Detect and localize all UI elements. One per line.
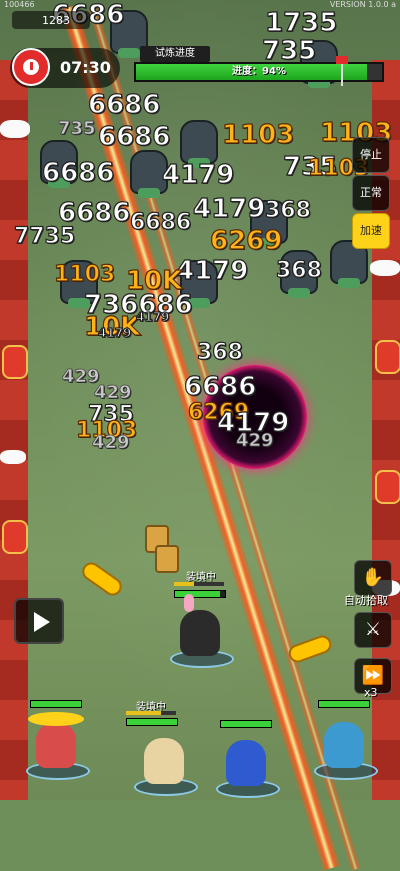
- flag-icon: [336, 56, 348, 86]
- loading-label: 装填中: [186, 572, 216, 583]
- left-wall: [0, 60, 28, 800]
- snow-patch: [0, 450, 26, 464]
- hp-fill: [175, 591, 220, 597]
- sombrero-icon: [28, 712, 84, 726]
- damage-number: 368: [196, 339, 243, 365]
- player-id: 100466: [4, 0, 35, 9]
- damage-number: 4179: [192, 193, 266, 224]
- damage-number: 429: [92, 432, 130, 454]
- hero-pug[interactable]: [134, 728, 198, 796]
- damage-number: 429: [236, 430, 274, 452]
- damage-number: 6686: [183, 371, 257, 402]
- hero-gunner[interactable]: [314, 712, 378, 780]
- hero-hp-bar: [220, 720, 272, 728]
- hp-fill: [31, 701, 81, 707]
- sword-skill-button[interactable]: ⚔: [354, 612, 392, 648]
- damage-number: 4179: [135, 309, 170, 324]
- hero-load-bar: [174, 582, 224, 586]
- clock-icon: [12, 48, 50, 86]
- damage-number: 735: [58, 118, 96, 140]
- damage-number: 429: [94, 382, 132, 404]
- lantern-icon: [2, 520, 28, 554]
- trial-progress-label: 试炼进度: [140, 46, 210, 62]
- damage-number: 368: [275, 257, 322, 283]
- bow-icon: [184, 594, 194, 612]
- hero-bunny-girl[interactable]: [170, 594, 234, 668]
- hp-fill: [127, 719, 177, 725]
- lantern-icon: [2, 345, 28, 379]
- hero-hp-bar: [30, 700, 82, 708]
- speed-up-button[interactable]: 加速: [352, 213, 390, 249]
- load-fill: [174, 582, 194, 586]
- damage-number: 4179: [97, 325, 132, 340]
- snow-patch: [370, 260, 400, 276]
- normal-speed-button[interactable]: 正常: [352, 175, 390, 211]
- hero-load-bar: [126, 711, 176, 715]
- hero-hp-bar: [126, 718, 178, 726]
- auto-pickup-label: 自动拾取: [344, 594, 388, 607]
- auto-pickup-button[interactable]: ✋: [354, 560, 392, 596]
- load-fill: [126, 711, 161, 715]
- damage-number: 7735: [13, 223, 76, 249]
- hero-hp-bar: [174, 590, 226, 598]
- lantern-icon: [375, 470, 400, 504]
- play-button[interactable]: [14, 598, 64, 644]
- damage-number: 1735: [264, 7, 338, 38]
- damage-number: 368: [264, 197, 311, 223]
- hero-sombrero[interactable]: [26, 712, 90, 780]
- hero-hp-bar: [318, 700, 370, 708]
- hero-body: [144, 738, 184, 784]
- fast-forward-icon: ⏩: [361, 665, 385, 686]
- damage-number: 1103: [221, 119, 295, 150]
- hp-fill: [221, 721, 271, 727]
- hp-fill: [319, 701, 369, 707]
- lantern-icon: [375, 340, 400, 374]
- hero-dog-caped[interactable]: [216, 730, 280, 798]
- hero-body: [324, 722, 364, 768]
- gold-coin-icon[interactable]: [155, 545, 179, 573]
- damage-number: 4179: [175, 255, 249, 286]
- timer-text: 07:30: [60, 58, 111, 77]
- speed-multiplier-label: x3: [364, 686, 378, 699]
- hero-body: [36, 722, 76, 768]
- damage-number: 6269: [209, 225, 283, 256]
- damage-number: 6686: [41, 157, 115, 188]
- hand-icon: ✋: [361, 567, 385, 588]
- enemy-zombie: [180, 120, 218, 168]
- snow-patch: [0, 120, 30, 138]
- damage-number: 6686: [87, 89, 161, 120]
- damage-number: 1103: [53, 261, 116, 287]
- hero-body: [180, 610, 220, 656]
- damage-number: 4179: [161, 159, 235, 190]
- coin-value: 1283: [42, 14, 70, 27]
- damage-number: 6686: [97, 121, 171, 152]
- sword-icon: ⚔: [364, 619, 382, 640]
- version-label: VERSION 1.0.0 a: [329, 0, 396, 9]
- damage-number: 6686: [129, 209, 192, 235]
- stop-button[interactable]: 停止: [352, 137, 390, 173]
- hero-body: [226, 740, 266, 786]
